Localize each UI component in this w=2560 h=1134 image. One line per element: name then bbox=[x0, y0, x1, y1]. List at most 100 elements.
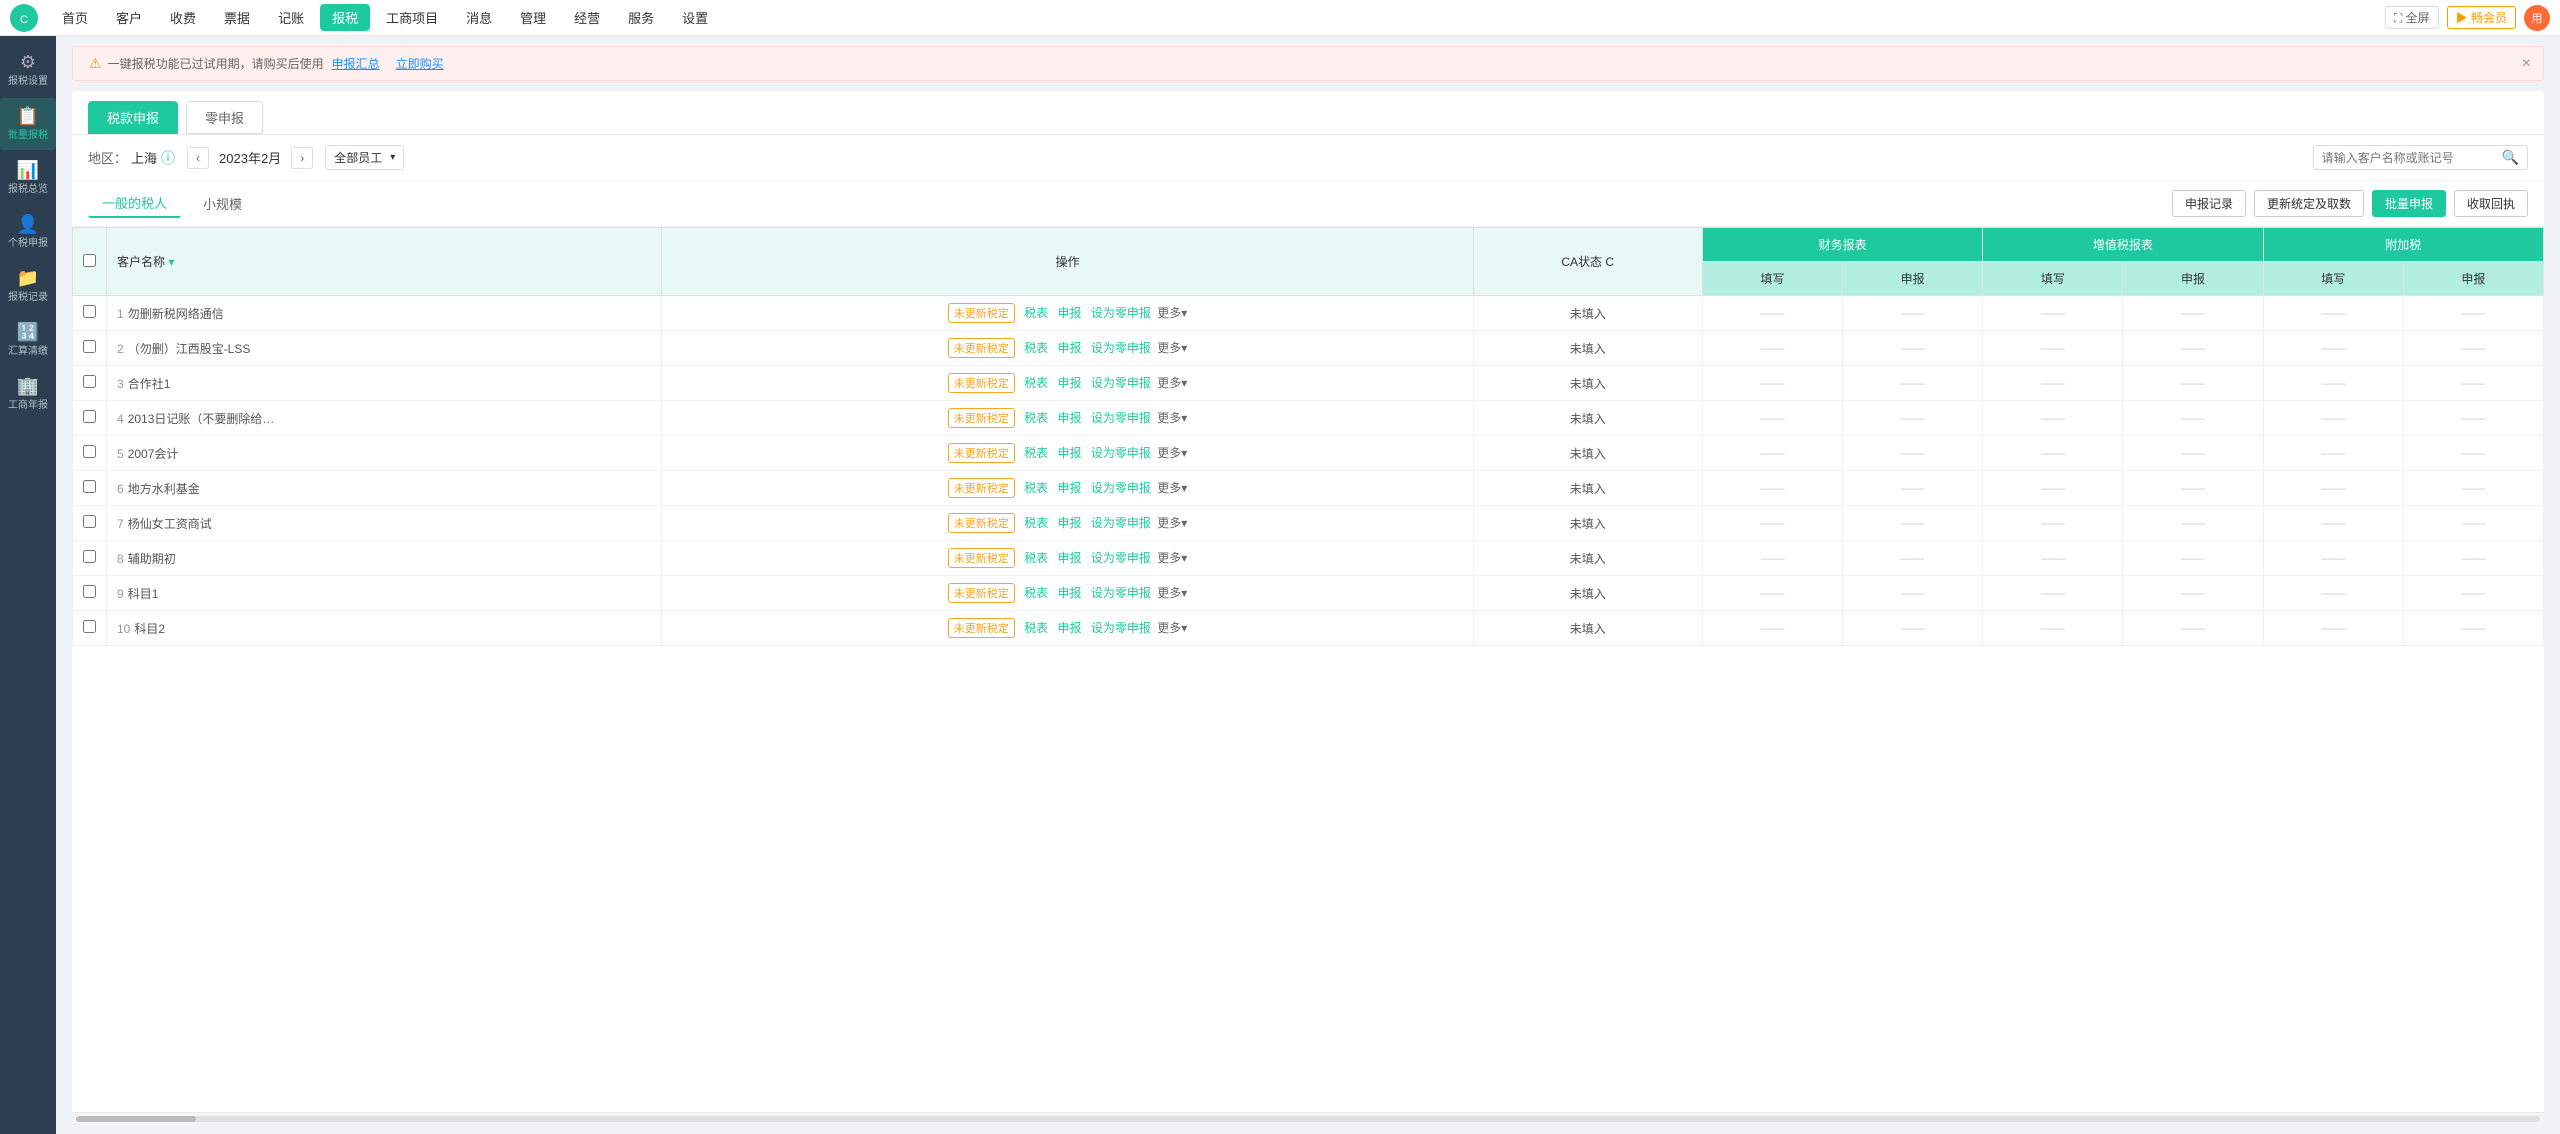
action-more[interactable]: 更多▾ bbox=[1157, 481, 1187, 495]
horizontal-scrollbar[interactable] bbox=[72, 1112, 2544, 1124]
action-declare[interactable]: 申报 bbox=[1057, 516, 1081, 530]
action-tax-form[interactable]: 税表 bbox=[1024, 586, 1048, 600]
action-more[interactable]: 更多▾ bbox=[1157, 586, 1187, 600]
dash-icon: —— bbox=[2321, 516, 2345, 530]
nav-item-tax[interactable]: 报税 bbox=[320, 4, 370, 31]
department-select[interactable]: 全部员工 ▾ bbox=[325, 145, 404, 170]
action-tax-form[interactable]: 税表 bbox=[1024, 621, 1048, 635]
action-more[interactable]: 更多▾ bbox=[1157, 621, 1187, 635]
upgrade-button[interactable]: ▶ 畅会员 bbox=[2447, 6, 2516, 29]
notice-link-summary[interactable]: 申报汇总 bbox=[332, 55, 380, 72]
action-declare[interactable]: 申报 bbox=[1057, 621, 1081, 635]
row-checkbox[interactable] bbox=[83, 305, 96, 318]
nav-item-biz[interactable]: 工商项目 bbox=[374, 4, 450, 31]
action-declare[interactable]: 申报 bbox=[1057, 446, 1081, 460]
nav-item-client[interactable]: 客户 bbox=[104, 4, 154, 31]
nav-item-service[interactable]: 服务 bbox=[616, 4, 666, 31]
action-more[interactable]: 更多▾ bbox=[1157, 516, 1187, 530]
sidebar-item-tax-records[interactable]: 📁 报税记录 bbox=[0, 260, 56, 312]
row-col-3: —— bbox=[2123, 541, 2263, 576]
action-set-zero[interactable]: 设为零申报 bbox=[1091, 551, 1151, 565]
action-more[interactable]: 更多▾ bbox=[1157, 551, 1187, 565]
nav-item-settings[interactable]: 设置 bbox=[670, 4, 720, 31]
tax-overview-icon: 📊 bbox=[17, 160, 39, 181]
action-set-zero[interactable]: 设为零申报 bbox=[1091, 481, 1151, 495]
notice-close-button[interactable]: × bbox=[2522, 55, 2531, 73]
subtab-small-scale[interactable]: 小规模 bbox=[189, 190, 256, 217]
search-input[interactable] bbox=[2322, 151, 2502, 165]
nav-item-home[interactable]: 首页 bbox=[50, 4, 100, 31]
action-declare[interactable]: 申报 bbox=[1057, 586, 1081, 600]
nav-item-admin[interactable]: 管理 bbox=[508, 4, 558, 31]
action-declare[interactable]: 申报 bbox=[1057, 341, 1081, 355]
retrieve-button[interactable]: 收取回执 bbox=[2454, 190, 2528, 217]
action-more[interactable]: 更多▾ bbox=[1157, 306, 1187, 320]
dash-icon: —— bbox=[2461, 586, 2485, 600]
action-tax-form[interactable]: 税表 bbox=[1024, 481, 1048, 495]
action-more[interactable]: 更多▾ bbox=[1157, 376, 1187, 390]
action-declare[interactable]: 申报 bbox=[1057, 306, 1081, 320]
row-checkbox[interactable] bbox=[83, 550, 96, 563]
sidebar-item-personal-tax[interactable]: 👤 个税申报 bbox=[0, 206, 56, 258]
fullscreen-button[interactable]: ⛶ 全屏 bbox=[2385, 6, 2439, 29]
row-checkbox[interactable] bbox=[83, 480, 96, 493]
action-tax-form[interactable]: 税表 bbox=[1024, 376, 1048, 390]
update-stats-button[interactable]: 更新统定及取数 bbox=[2254, 190, 2364, 217]
tab-tax-declare[interactable]: 税款申报 bbox=[88, 101, 178, 134]
nav-item-invoice[interactable]: 票据 bbox=[212, 4, 262, 31]
action-declare[interactable]: 申报 bbox=[1057, 481, 1081, 495]
row-col-1: —— bbox=[1843, 576, 1983, 611]
action-tax-form[interactable]: 税表 bbox=[1024, 516, 1048, 530]
row-checkbox[interactable] bbox=[83, 445, 96, 458]
nav-item-operation[interactable]: 经营 bbox=[562, 4, 612, 31]
action-tax-form[interactable]: 税表 bbox=[1024, 306, 1048, 320]
action-set-zero[interactable]: 设为零申报 bbox=[1091, 376, 1151, 390]
period-prev-button[interactable]: ‹ bbox=[187, 147, 209, 169]
declare-records-button[interactable]: 申报记录 bbox=[2172, 190, 2246, 217]
row-checkbox[interactable] bbox=[83, 585, 96, 598]
period-next-button[interactable]: › bbox=[291, 147, 313, 169]
row-checkbox[interactable] bbox=[83, 515, 96, 528]
info-icon[interactable]: ⓘ bbox=[161, 148, 175, 168]
th-finance-report: 财务报表 bbox=[1702, 228, 1982, 262]
action-more[interactable]: 更多▾ bbox=[1157, 446, 1187, 460]
subtab-general-taxpayer[interactable]: 一般的税人 bbox=[88, 189, 181, 218]
nav-item-message[interactable]: 消息 bbox=[454, 4, 504, 31]
nav-item-bookkeeping[interactable]: 记账 bbox=[266, 4, 316, 31]
action-set-zero[interactable]: 设为零申报 bbox=[1091, 341, 1151, 355]
row-checkbox[interactable] bbox=[83, 375, 96, 388]
action-tax-form[interactable]: 税表 bbox=[1024, 446, 1048, 460]
action-declare[interactable]: 申报 bbox=[1057, 411, 1081, 425]
tab-zero-declare[interactable]: 零申报 bbox=[186, 101, 263, 134]
action-more[interactable]: 更多▾ bbox=[1157, 411, 1187, 425]
sidebar-item-tax-overview[interactable]: 📊 报税总览 bbox=[0, 152, 56, 204]
dash-icon: —— bbox=[2041, 551, 2065, 565]
action-set-zero[interactable]: 设为零申报 bbox=[1091, 516, 1151, 530]
th-declare-fill: 填写 bbox=[1983, 262, 2123, 296]
action-set-zero[interactable]: 设为零申报 bbox=[1091, 306, 1151, 320]
action-declare[interactable]: 申报 bbox=[1057, 376, 1081, 390]
search-icon[interactable]: 🔍 bbox=[2502, 149, 2519, 166]
action-set-zero[interactable]: 设为零申报 bbox=[1091, 446, 1151, 460]
row-checkbox[interactable] bbox=[83, 410, 96, 423]
action-set-zero[interactable]: 设为零申报 bbox=[1091, 621, 1151, 635]
action-more[interactable]: 更多▾ bbox=[1157, 341, 1187, 355]
action-set-zero[interactable]: 设为零申报 bbox=[1091, 411, 1151, 425]
action-tax-form[interactable]: 税表 bbox=[1024, 551, 1048, 565]
row-checkbox[interactable] bbox=[83, 620, 96, 633]
select-all-checkbox[interactable] bbox=[83, 254, 96, 267]
row-checkbox[interactable] bbox=[83, 340, 96, 353]
sidebar-item-calc-clear[interactable]: 🔢 汇算清缴 bbox=[0, 314, 56, 366]
notice-link-buy[interactable]: 立即购买 bbox=[396, 55, 444, 72]
action-tax-form[interactable]: 税表 bbox=[1024, 341, 1048, 355]
nav-item-fee[interactable]: 收费 bbox=[158, 4, 208, 31]
sidebar-item-biz-annual[interactable]: 🏢 工商年报 bbox=[0, 368, 56, 420]
sidebar-item-tax-settings[interactable]: ⚙ 报税设置 bbox=[0, 44, 56, 96]
action-declare[interactable]: 申报 bbox=[1057, 551, 1081, 565]
row-client-name: 8辅助期初 bbox=[107, 541, 662, 576]
sidebar-item-batch-tax[interactable]: 📋 批量报税 bbox=[0, 98, 56, 150]
action-tax-form[interactable]: 税表 bbox=[1024, 411, 1048, 425]
batch-declare-button[interactable]: 批量申报 bbox=[2372, 190, 2446, 217]
action-set-zero[interactable]: 设为零申报 bbox=[1091, 586, 1151, 600]
row-ca-status: 未填入 bbox=[1473, 471, 1702, 506]
